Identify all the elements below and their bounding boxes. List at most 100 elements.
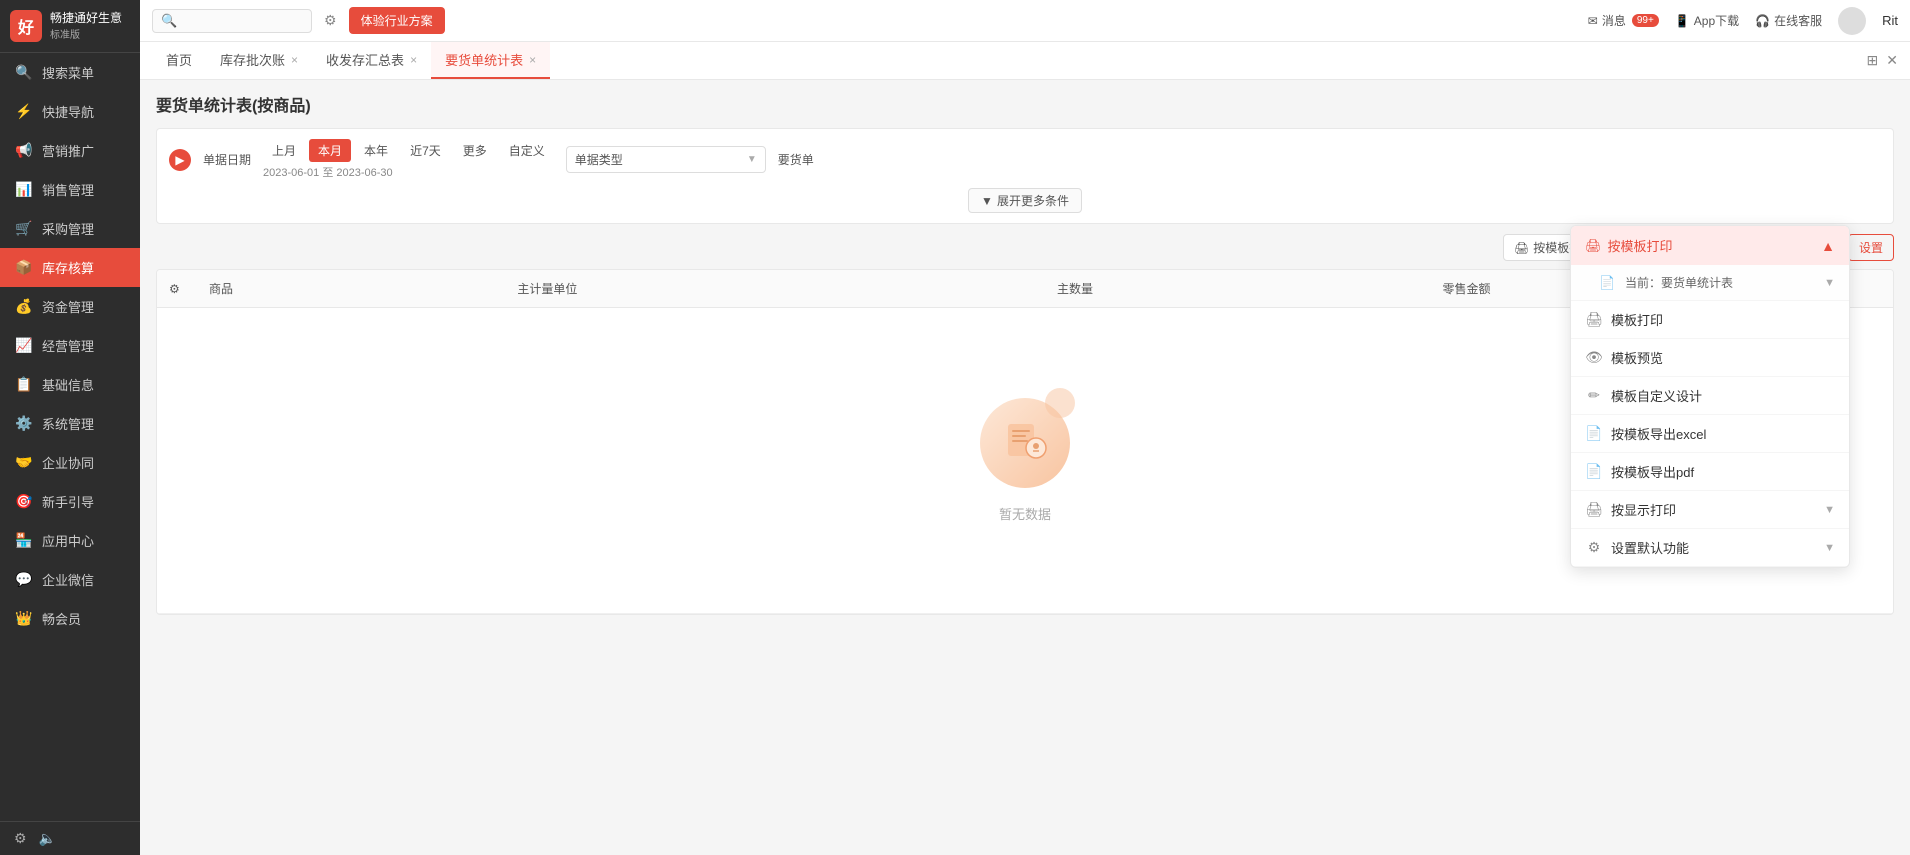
date-pill-last-7-days[interactable]: 近7天 <box>401 139 450 162</box>
sidebar-item-quick-nav[interactable]: ⚡ 快捷导航 <box>0 92 140 131</box>
date-pill-last-month[interactable]: 上月 <box>263 139 305 162</box>
dropdown-item-label: 按显示打印 <box>1611 500 1676 519</box>
sidebar-item-marketing[interactable]: 📢 营销推广 <box>0 131 140 170</box>
sidebar-item-label: 基础信息 <box>42 375 94 394</box>
tab-order-summary-close[interactable]: × <box>529 53 536 67</box>
sidebar-item-inventory[interactable]: 📦 库存核算 <box>0 248 140 287</box>
finance-icon: 💰 <box>14 298 34 315</box>
col-settings-header[interactable]: ⚙ <box>157 270 197 308</box>
sidebar-logo: 好 畅捷通好生意 标准版 <box>0 0 140 53</box>
template-print-dropdown: 🖨 按模板打印 ▲ 📄 当前：要货单统计表 ▼ 🖨 模板打印 👁 模板预览 ✏ <box>1570 225 1850 568</box>
sidebar-item-search[interactable]: 🔍 搜索菜单 <box>0 53 140 92</box>
sidebar-item-label: 系统管理 <box>42 414 94 433</box>
settings-button[interactable]: 设置 <box>1848 234 1894 261</box>
sidebar-item-enterprise[interactable]: 🤝 企业协同 <box>0 443 140 482</box>
message-button[interactable]: ✉ 消息 99+ <box>1588 12 1659 29</box>
topbar-gear-icon[interactable]: ⚙ <box>324 12 337 29</box>
quick-nav-icon: ⚡ <box>14 103 34 120</box>
sidebar-item-label: 快捷导航 <box>42 102 94 121</box>
display-print-arrow: ▼ <box>1824 504 1835 516</box>
topbar-search-input[interactable] <box>177 14 303 28</box>
sidebar-item-purchase[interactable]: 🛒 采购管理 <box>0 209 140 248</box>
order-type-select[interactable]: 单据类型 ▼ <box>566 146 766 173</box>
dropdown-item-export-pdf[interactable]: 📄 按模板导出pdf <box>1571 453 1849 491</box>
dropdown-item-label: 模板预览 <box>1611 348 1663 367</box>
date-label: 单据日期 <box>203 151 251 168</box>
date-pills: 上月 本月 本年 近7天 更多 自定义 <box>263 139 554 162</box>
sidebar-item-wechat[interactable]: 💬 企业微信 <box>0 560 140 599</box>
tab-close-all-icon[interactable]: ✕ <box>1886 52 1898 69</box>
user-avatar[interactable] <box>1838 7 1866 35</box>
dropdown-item-label: 设置默认功能 <box>1611 538 1689 557</box>
user-name: Rit <box>1882 13 1898 28</box>
tab-receipt-summary[interactable]: 收发存汇总表 × <box>312 42 431 79</box>
sidebar-item-sales[interactable]: 📊 销售管理 <box>0 170 140 209</box>
sidebar-item-operation[interactable]: 📈 经营管理 <box>0 326 140 365</box>
sidebar-item-label: 采购管理 <box>42 219 94 238</box>
filter-more-button[interactable]: ▼ 展开更多条件 <box>968 188 1082 213</box>
dropdown-settings-icon: ⚙ <box>1585 539 1603 556</box>
sidebar: 好 畅捷通好生意 标准版 🔍 搜索菜单 ⚡ 快捷导航 📢 营销推广 📊 销售管理… <box>0 0 140 855</box>
date-pill-custom[interactable]: 自定义 <box>500 139 554 162</box>
sidebar-item-label: 资金管理 <box>42 297 94 316</box>
dropdown-item-template-custom[interactable]: ✏ 模板自定义设计 <box>1571 377 1849 415</box>
tab-inventory-batch[interactable]: 库存批次账 × <box>206 42 312 79</box>
template-icon: 📄 <box>1599 275 1617 291</box>
tab-inventory-batch-label: 库存批次账 <box>220 50 285 69</box>
date-range: 2023-06-01 至 2023-06-30 <box>263 164 554 180</box>
tab-receipt-summary-close[interactable]: × <box>410 53 417 67</box>
sidebar-item-system[interactable]: ⚙️ 系统管理 <box>0 404 140 443</box>
sidebar-item-finance[interactable]: 💰 资金管理 <box>0 287 140 326</box>
tab-expand-icon[interactable]: ⊞ <box>1867 52 1879 69</box>
online-service-button[interactable]: 🎧 在线客服 <box>1755 12 1822 29</box>
app-logo-icon: 好 <box>10 10 42 42</box>
tab-order-summary[interactable]: 要货单统计表 × <box>431 42 550 79</box>
date-pill-more[interactable]: 更多 <box>454 139 496 162</box>
set-default-arrow: ▼ <box>1824 542 1835 554</box>
sidebar-item-label: 销售管理 <box>42 180 94 199</box>
sidebar-item-appstore[interactable]: 🏪 应用中心 <box>0 521 140 560</box>
dropdown-close-button[interactable]: ▲ <box>1821 238 1835 254</box>
enterprise-icon: 🤝 <box>14 454 34 471</box>
main-area: 🔍 ⚙ 体验行业方案 ✉ 消息 99+ 📱 App下载 🎧 在线客服 Rit <box>140 0 1910 855</box>
dropdown-current-template[interactable]: 📄 当前：要货单统计表 ▼ <box>1571 265 1849 301</box>
column-settings-icon[interactable]: ⚙ <box>169 282 180 296</box>
system-icon: ⚙️ <box>14 415 34 432</box>
sidebar-nav: 🔍 搜索菜单 ⚡ 快捷导航 📢 营销推广 📊 销售管理 🛒 采购管理 📦 库存核… <box>0 53 140 821</box>
empty-text: 暂无数据 <box>999 504 1051 523</box>
phone-icon: 📱 <box>1675 14 1690 28</box>
sidebar-item-label: 营销推广 <box>42 141 94 160</box>
dropdown-item-template-preview[interactable]: 👁 模板预览 <box>1571 339 1849 377</box>
filter-expand-button[interactable]: ▶ <box>169 149 191 171</box>
trial-button[interactable]: 体验行业方案 <box>349 7 445 34</box>
sidebar-item-basic[interactable]: 📋 基础信息 <box>0 365 140 404</box>
sidebar-bottom: ⚙ 🔈 <box>0 821 140 855</box>
tab-inventory-batch-close[interactable]: × <box>291 53 298 67</box>
sidebar-item-member[interactable]: 👑 畅会员 <box>0 599 140 638</box>
dropdown-item-template-print[interactable]: 🖨 模板打印 <box>1571 301 1849 339</box>
app-edition: 标准版 <box>50 26 122 41</box>
dropdown-display-print-icon: 🖨 <box>1585 501 1603 518</box>
topbar-search-box[interactable]: 🔍 <box>152 9 312 33</box>
sound-icon[interactable]: 🔈 <box>39 830 56 847</box>
app-download-button[interactable]: 📱 App下载 <box>1675 12 1739 29</box>
dropdown-item-set-default[interactable]: ⚙ 设置默认功能 ▼ <box>1571 529 1849 567</box>
dropdown-item-display-print[interactable]: 🖨 按显示打印 ▼ <box>1571 491 1849 529</box>
sidebar-item-newbie[interactable]: 🎯 新手引导 <box>0 482 140 521</box>
sidebar-item-label: 搜索菜单 <box>42 63 94 82</box>
filter-more-label: 展开更多条件 <box>997 192 1069 209</box>
date-pill-this-year[interactable]: 本年 <box>355 139 397 162</box>
dropdown-item-label: 模板自定义设计 <box>1611 386 1702 405</box>
page-title: 要货单统计表(按商品) <box>156 92 1894 116</box>
basic-icon: 📋 <box>14 376 34 393</box>
dropdown-item-export-excel[interactable]: 📄 按模板导出excel <box>1571 415 1849 453</box>
topbar-right: ✉ 消息 99+ 📱 App下载 🎧 在线客服 Rit <box>1588 7 1898 35</box>
dropdown-excel-icon: 📄 <box>1585 425 1603 442</box>
date-pill-this-month[interactable]: 本月 <box>309 139 351 162</box>
dropdown-printer-icon: 🖨 <box>1585 311 1603 328</box>
date-filter-group: 上月 本月 本年 近7天 更多 自定义 2023-06-01 至 2023-06… <box>263 139 554 180</box>
settings-icon[interactable]: ⚙ <box>14 830 27 847</box>
dropdown-header: 🖨 按模板打印 ▲ <box>1571 226 1849 265</box>
tab-home[interactable]: 首页 <box>152 42 206 79</box>
printer-icon: 🖨 <box>1514 241 1529 255</box>
